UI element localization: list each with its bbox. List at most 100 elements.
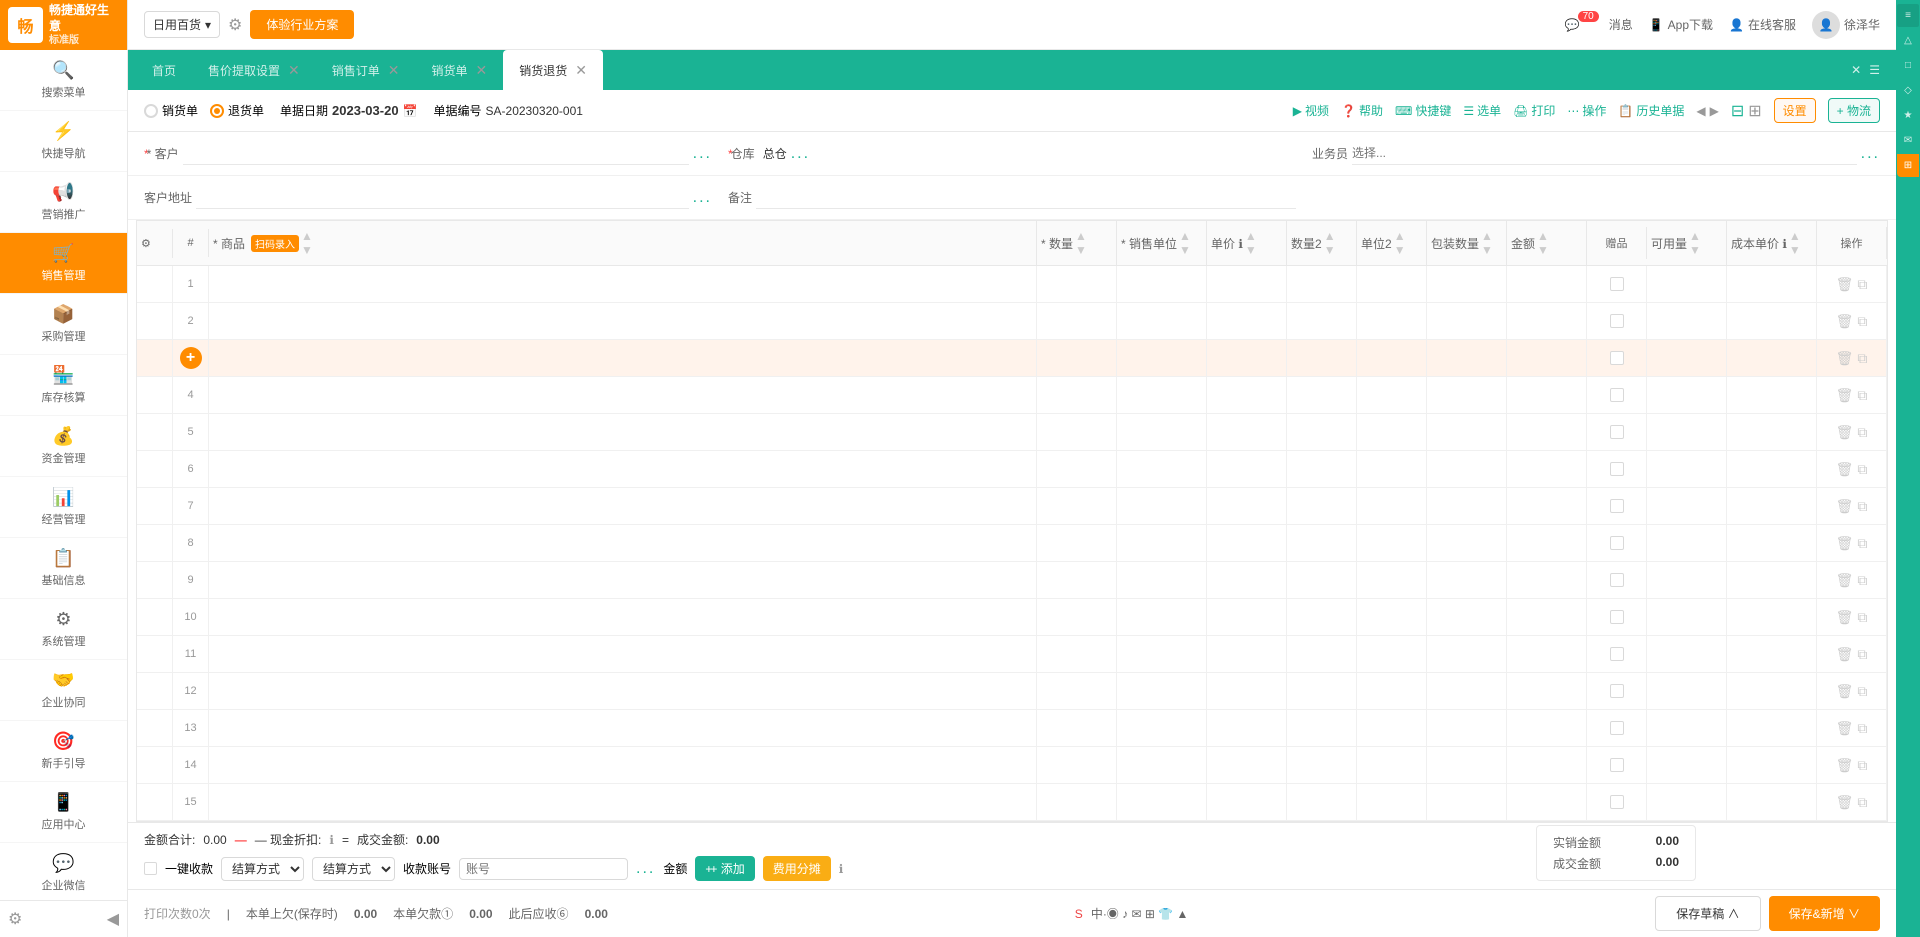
gift-checkbox-15[interactable] (1610, 795, 1624, 809)
td-pkgqty-11[interactable] (1427, 636, 1507, 672)
td-unit-4[interactable] (1117, 377, 1207, 413)
warehouse-dots[interactable]: ... (791, 145, 810, 163)
tab-home[interactable]: 首页 (136, 50, 192, 90)
td-qty-8[interactable] (1037, 525, 1117, 561)
td-pkgqty-1[interactable] (1427, 266, 1507, 302)
td-amount-2[interactable] (1507, 303, 1587, 339)
add-btn[interactable]: + + 添加 (695, 856, 754, 881)
copy-icon-4[interactable]: ⧉ (1857, 387, 1867, 404)
th-gear[interactable]: ⚙ (137, 229, 173, 258)
sidebar-item-operation[interactable]: 📊 经营管理 (0, 477, 127, 538)
td-amount-7[interactable] (1507, 488, 1587, 524)
td-qty-10[interactable] (1037, 599, 1117, 635)
copy-icon-5[interactable]: ⧉ (1857, 424, 1867, 441)
td-price-12[interactable] (1207, 673, 1287, 709)
td-avail-1[interactable] (1647, 266, 1727, 302)
fee-split-btn[interactable]: 费用分摊 (763, 856, 831, 881)
address-dots[interactable]: ... (693, 189, 712, 207)
experience-btn[interactable]: 体验行业方案 (250, 10, 354, 39)
copy-icon-11[interactable]: ⧉ (1857, 646, 1867, 663)
gift-checkbox-7[interactable] (1610, 499, 1624, 513)
td-qty2-8[interactable] (1287, 525, 1357, 561)
td-cost-5[interactable] (1727, 414, 1817, 450)
td-goods-9[interactable] (209, 562, 1037, 598)
td-pkgqty-7[interactable] (1427, 488, 1507, 524)
fee-split-info-icon[interactable]: ℹ (839, 862, 844, 876)
td-unit2-3[interactable] (1357, 340, 1427, 376)
sidebar-item-search[interactable]: 🔍 搜索菜单 (0, 50, 127, 111)
salesperson-dots[interactable]: ... (1861, 145, 1880, 163)
td-unit-7[interactable] (1117, 488, 1207, 524)
td-gift-15[interactable] (1587, 784, 1647, 820)
td-qty-4[interactable] (1037, 377, 1117, 413)
td-goods-2[interactable] (209, 303, 1037, 339)
td-goods-4[interactable] (209, 377, 1037, 413)
menu-icon[interactable]: ☰ (1869, 63, 1880, 77)
sidebar-bottom[interactable]: ⚙ ◀ (0, 900, 127, 937)
date-value[interactable]: 2023-03-20 (332, 103, 399, 118)
td-unit2-7[interactable] (1357, 488, 1427, 524)
delete-icon-12[interactable]: 🗑 (1836, 683, 1854, 700)
rp-mail-btn[interactable]: ✉ (1897, 129, 1919, 152)
history-action[interactable]: 📋 历史单据 (1618, 102, 1684, 119)
calendar-icon[interactable]: 📅 (403, 104, 418, 118)
td-qty2-7[interactable] (1287, 488, 1357, 524)
gift-checkbox-14[interactable] (1610, 758, 1624, 772)
td-qty-9[interactable] (1037, 562, 1117, 598)
gift-checkbox-13[interactable] (1610, 721, 1624, 735)
copy-icon-10[interactable]: ⧉ (1857, 609, 1867, 626)
td-cost-15[interactable] (1727, 784, 1817, 820)
td-unit-3[interactable] (1117, 340, 1207, 376)
td-amount-4[interactable] (1507, 377, 1587, 413)
td-qty2-3[interactable] (1287, 340, 1357, 376)
td-pkgqty-2[interactable] (1427, 303, 1507, 339)
td-price-3[interactable] (1207, 340, 1287, 376)
td-gift-13[interactable] (1587, 710, 1647, 746)
select-action[interactable]: ☰ 选单 (1463, 102, 1501, 119)
save-draft-btn[interactable]: 保存草稿 ∧ (1655, 896, 1760, 931)
gift-checkbox-5[interactable] (1610, 425, 1624, 439)
td-qty2-11[interactable] (1287, 636, 1357, 672)
td-unit-11[interactable] (1117, 636, 1207, 672)
sidebar-item-wechat[interactable]: 💬 企业微信 (0, 843, 127, 900)
help-action[interactable]: ❓ 帮助 (1341, 102, 1383, 119)
delete-icon-8[interactable]: 🗑 (1836, 535, 1854, 552)
td-unit-1[interactable] (1117, 266, 1207, 302)
td-unit2-5[interactable] (1357, 414, 1427, 450)
video-action[interactable]: ▶ 视频 (1293, 102, 1329, 119)
sidebar-collapse-icon[interactable]: ◀ (107, 909, 119, 929)
td-price-10[interactable] (1207, 599, 1287, 635)
td-goods-8[interactable] (209, 525, 1037, 561)
td-goods-14[interactable] (209, 747, 1037, 783)
td-amount-12[interactable] (1507, 673, 1587, 709)
td-qty2-2[interactable] (1287, 303, 1357, 339)
td-price-8[interactable] (1207, 525, 1287, 561)
td-qty-15[interactable] (1037, 784, 1117, 820)
td-qty2-5[interactable] (1287, 414, 1357, 450)
tab-close-sales_delivery[interactable]: ✕ (476, 62, 488, 79)
rp-active-btn[interactable]: ⊞ (1897, 154, 1919, 177)
online-service-item[interactable]: 👤 在线客服 (1729, 16, 1796, 33)
td-cost-6[interactable] (1727, 451, 1817, 487)
copy-icon-12[interactable]: ⧉ (1857, 683, 1867, 700)
td-pkgqty-13[interactable] (1427, 710, 1507, 746)
td-qty2-9[interactable] (1287, 562, 1357, 598)
td-avail-12[interactable] (1647, 673, 1727, 709)
td-gift-8[interactable] (1587, 525, 1647, 561)
td-gift-10[interactable] (1587, 599, 1647, 635)
td-gift-7[interactable] (1587, 488, 1647, 524)
print-action[interactable]: 🖨 打印 (1513, 102, 1555, 119)
user-profile[interactable]: 👤 徐泽华 (1812, 11, 1880, 39)
td-goods-1[interactable] (209, 266, 1037, 302)
td-amount-1[interactable] (1507, 266, 1587, 302)
copy-icon-1[interactable]: ⧉ (1857, 276, 1867, 293)
sidebar-settings-icon[interactable]: ⚙ (8, 909, 22, 929)
td-qty2-14[interactable] (1287, 747, 1357, 783)
td-cost-14[interactable] (1727, 747, 1817, 783)
td-gift-14[interactable] (1587, 747, 1647, 783)
td-cost-7[interactable] (1727, 488, 1817, 524)
close-all-icon[interactable]: ✕ (1851, 63, 1861, 77)
delete-icon-3[interactable]: 🗑 (1836, 350, 1854, 367)
tab-close-sales_return[interactable]: ✕ (575, 62, 587, 79)
logistics-btn[interactable]: + 物流 (1828, 98, 1880, 123)
